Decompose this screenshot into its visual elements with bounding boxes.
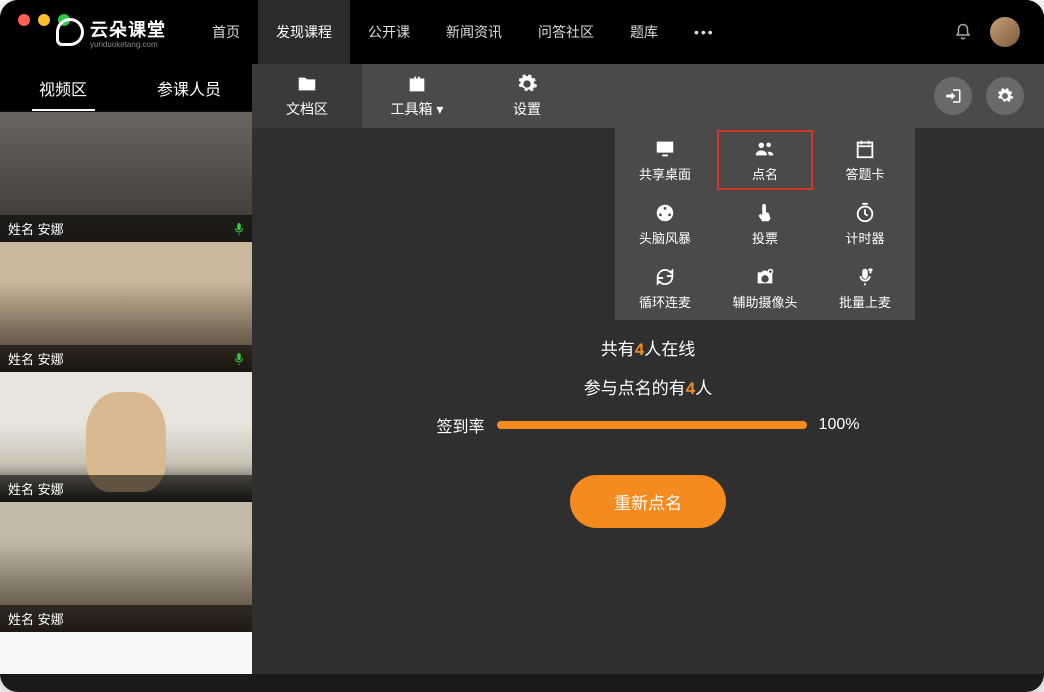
tool-timer[interactable]: 计时器 xyxy=(815,192,915,256)
video-tile-empty xyxy=(0,632,252,674)
exit-button[interactable] xyxy=(934,77,972,115)
camera-plus-icon xyxy=(754,266,776,288)
tool-roll-call[interactable]: 点名 xyxy=(715,128,815,192)
tab-attendees[interactable]: 参课人员 xyxy=(126,64,252,111)
mic-up-icon xyxy=(854,266,876,288)
bell-icon[interactable] xyxy=(954,23,972,41)
redo-rollcall-button[interactable]: 重新点名 xyxy=(570,475,726,528)
screen-share-icon xyxy=(654,138,676,160)
participant-name: 姓名 安娜 xyxy=(8,609,64,628)
tool-batch-mic[interactable]: 批量上麦 xyxy=(815,256,915,320)
top-navbar: 云朵课堂 yunduoketang.com 首页 发现课程 公开课 新闻资讯 问… xyxy=(0,0,1044,64)
checkin-rate-row: 签到率 100% xyxy=(437,413,860,437)
settings-button[interactable] xyxy=(986,77,1024,115)
rollcall-count-line: 参与点名的有4人 xyxy=(584,374,712,399)
checkin-rate-value: 100% xyxy=(819,416,860,434)
exit-icon xyxy=(944,87,962,105)
participant-name: 姓名 安娜 xyxy=(8,219,64,238)
progress-fill xyxy=(497,421,807,429)
mic-active-icon xyxy=(232,220,246,238)
brand-subtitle: yunduoketang.com xyxy=(90,40,166,49)
touch-icon xyxy=(754,202,776,224)
left-panel: 视频区 参课人员 姓名 安娜 姓名 安娜 姓名 安娜 xyxy=(0,64,252,674)
tab-toolbox[interactable]: 工具箱 ▾ xyxy=(362,64,472,128)
nav-discover[interactable]: 发现课程 xyxy=(258,0,350,64)
video-tile[interactable]: 姓名 安娜 xyxy=(0,502,252,632)
minimize-dot[interactable] xyxy=(38,14,50,26)
tab-settings[interactable]: 设置 xyxy=(472,64,582,128)
toolbox-dropdown: 共享桌面 点名 答题卡 头脑风暴 投票 xyxy=(615,128,915,320)
video-tile[interactable]: 姓名 安娜 xyxy=(0,372,252,502)
nav-more[interactable]: ••• xyxy=(676,0,733,64)
primary-nav: 首页 发现课程 公开课 新闻资讯 问答社区 题库 ••• xyxy=(194,0,733,64)
tool-brainstorm[interactable]: 头脑风暴 xyxy=(615,192,715,256)
online-count-line: 共有4人在线 xyxy=(601,335,695,360)
user-avatar[interactable] xyxy=(990,17,1020,47)
checkin-rate-label: 签到率 xyxy=(437,413,485,437)
cloud-icon xyxy=(56,18,84,46)
video-tile[interactable]: 姓名 安娜 xyxy=(0,242,252,372)
tool-vote[interactable]: 投票 xyxy=(715,192,815,256)
tool-share-desktop[interactable]: 共享桌面 xyxy=(615,128,715,192)
nav-news[interactable]: 新闻资讯 xyxy=(428,0,520,64)
video-list: 姓名 安娜 姓名 安娜 姓名 安娜 姓名 安娜 xyxy=(0,112,252,674)
nav-home[interactable]: 首页 xyxy=(194,0,258,64)
secondary-tabs: 文档区 工具箱 ▾ 设置 xyxy=(252,64,1044,128)
gear-icon xyxy=(996,87,1014,105)
tool-aux-camera[interactable]: 辅助摄像头 xyxy=(715,256,815,320)
main-area: 文档区 工具箱 ▾ 设置 xyxy=(252,64,1044,674)
nav-qa[interactable]: 问答社区 xyxy=(520,0,612,64)
clock-icon xyxy=(854,202,876,224)
calendar-icon xyxy=(854,138,876,160)
video-tile[interactable]: 姓名 安娜 xyxy=(0,112,252,242)
progress-bar xyxy=(497,421,807,429)
tab-document-area[interactable]: 文档区 xyxy=(252,64,362,128)
gear-icon xyxy=(516,73,538,95)
tool-answer-card[interactable]: 答题卡 xyxy=(815,128,915,192)
film-reel-icon xyxy=(654,202,676,224)
brand-title: 云朵课堂 xyxy=(90,20,166,40)
brand-logo[interactable]: 云朵课堂 yunduoketang.com xyxy=(56,16,166,49)
refresh-icon xyxy=(654,266,676,288)
briefcase-icon xyxy=(406,73,428,95)
participant-name: 姓名 安娜 xyxy=(8,349,64,368)
people-icon xyxy=(754,138,776,160)
nav-public-class[interactable]: 公开课 xyxy=(350,0,428,64)
nav-question-bank[interactable]: 题库 xyxy=(612,0,676,64)
folder-icon xyxy=(296,73,318,95)
tool-cycle-mic[interactable]: 循环连麦 xyxy=(615,256,715,320)
participant-name: 姓名 安娜 xyxy=(8,479,64,498)
mic-active-icon xyxy=(232,350,246,368)
close-dot[interactable] xyxy=(18,14,30,26)
tab-video-area[interactable]: 视频区 xyxy=(0,64,126,111)
